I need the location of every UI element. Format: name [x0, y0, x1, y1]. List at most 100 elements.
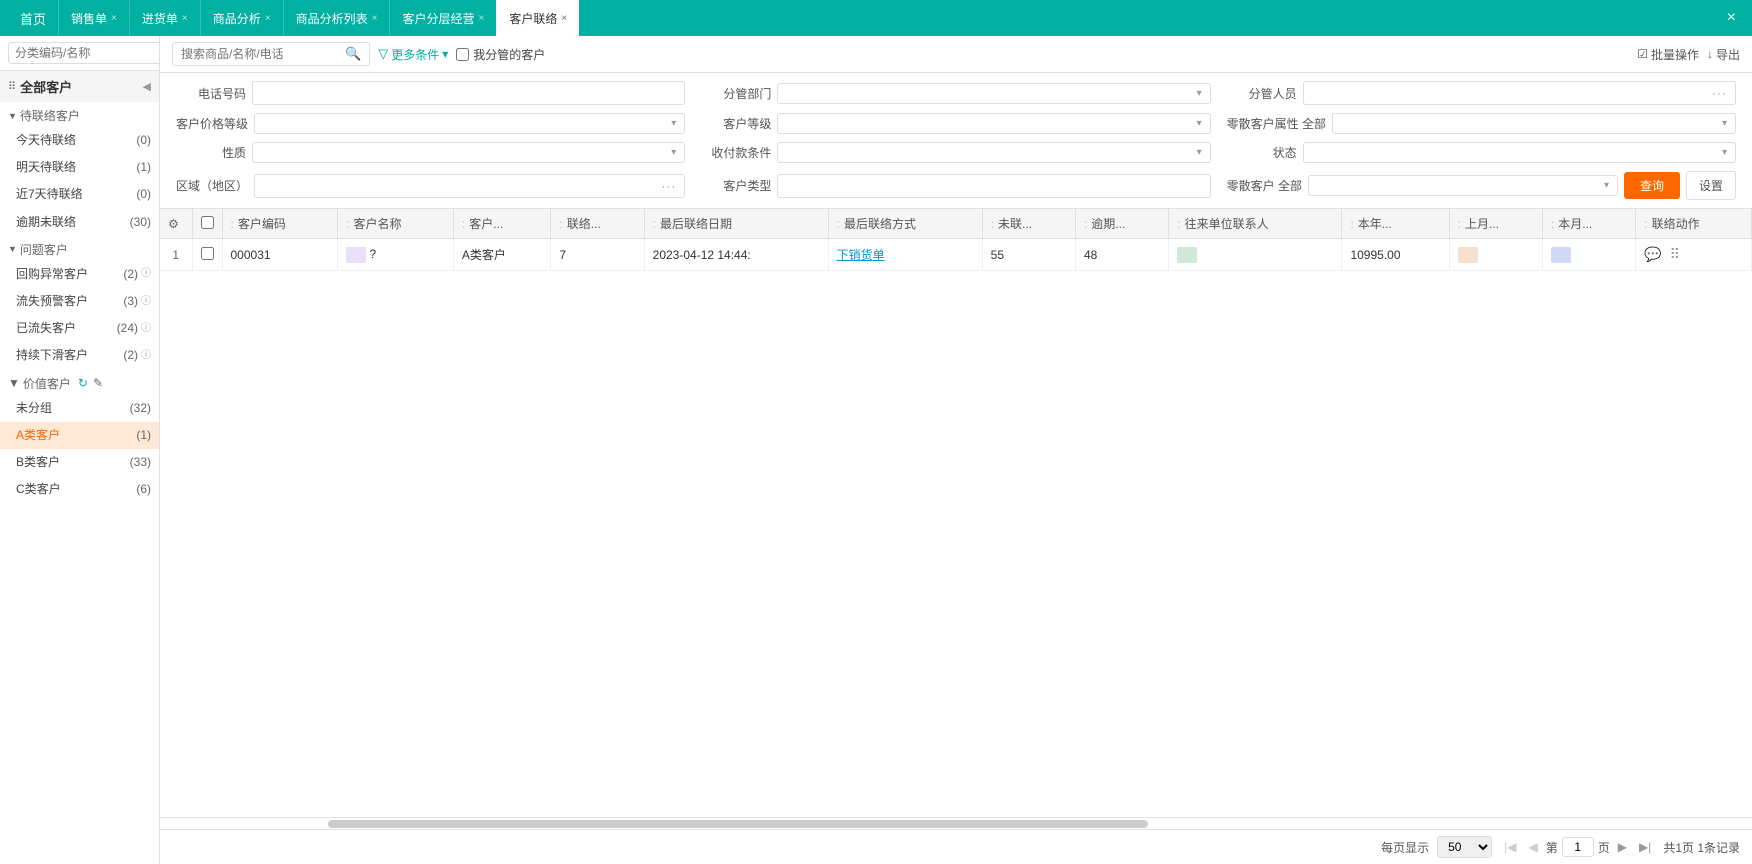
sidebar-search-input[interactable]: [8, 42, 160, 64]
filter-dept-row: 分管部门 ▾: [701, 81, 1210, 105]
advanced-filter: 电话号码 分管部门 ▾ 分管人员 ··· 客户价格等级: [160, 73, 1752, 209]
filter-price-grade-row: 客户价格等级 ▾: [176, 113, 685, 134]
tab-sales[interactable]: 销售单 ×: [58, 0, 129, 36]
first-page-button[interactable]: |◀: [1500, 838, 1520, 856]
tab-purchase[interactable]: 进货单 ×: [129, 0, 200, 36]
collapse-icon[interactable]: ◀: [143, 80, 151, 93]
sidebar-item-churned[interactable]: 已流失客户 (24) ⓘ: [0, 315, 159, 342]
sidebar-item-class-b[interactable]: B类客户(33): [0, 449, 159, 476]
close-all-icon[interactable]: ×: [1719, 9, 1744, 27]
dept-select[interactable]: ▾: [777, 83, 1210, 104]
filter-phone-row: 电话号码: [176, 81, 685, 105]
all-customers-header[interactable]: ⠿ 全部客户 ◀: [0, 71, 159, 102]
last-page-button[interactable]: ▶|: [1635, 838, 1655, 856]
close-icon[interactable]: ×: [478, 13, 484, 24]
sidebar-item-ungrouped[interactable]: 未分组(32): [0, 395, 159, 422]
filter-nature-row: 性质 ▾: [176, 142, 685, 163]
scrollbar-thumb[interactable]: [328, 820, 1148, 828]
sidebar-item-class-a[interactable]: A类客户(1): [0, 422, 159, 449]
my-customers-checkbox[interactable]: [456, 48, 469, 61]
this-year-cell: 10995.00: [1342, 239, 1449, 271]
page-size-select[interactable]: 50 100 200: [1437, 836, 1492, 858]
refresh-icon[interactable]: ↻: [78, 376, 88, 390]
chevron-down-icon: ▾: [1197, 147, 1202, 158]
col-type: :客户...: [453, 209, 551, 239]
filter-status-row: 状态 ▾: [1227, 142, 1736, 163]
col-checkbox: [192, 209, 222, 239]
row-checkbox[interactable]: [201, 247, 214, 260]
table-row: 1 000031 ? A类客户 7 2023-04-12 14:44:: [160, 239, 1752, 271]
sidebar-item-7days-contact[interactable]: 近7天待联络(0): [0, 181, 159, 208]
chevron-down-icon: ▾: [1722, 147, 1727, 158]
col-last-date: :最后联络日期: [644, 209, 828, 239]
region-input[interactable]: ···: [254, 174, 685, 198]
sidebar-item-churn-warning[interactable]: 流失预警客户 (3) ⓘ: [0, 288, 159, 315]
info-icon: ⓘ: [141, 321, 151, 337]
col-this-year: :本年...: [1342, 209, 1449, 239]
close-icon[interactable]: ×: [265, 13, 271, 24]
more-filters-button[interactable]: ▽ 更多条件 ▾: [378, 46, 448, 63]
customer-grade-select[interactable]: ▾: [777, 113, 1210, 134]
close-icon[interactable]: ×: [111, 13, 117, 24]
my-customers-filter[interactable]: 我分管的客户: [456, 46, 545, 63]
table-wrapper: ⚙ :客户编码 :客户名称 :客户... :联络... :最后联络日期 :最后联…: [160, 209, 1752, 817]
filter-retail-customer-row: 零散客户 全部 ▾ 查询 设置: [1227, 171, 1736, 200]
page-number-input[interactable]: [1562, 837, 1594, 857]
home-tab[interactable]: 首页: [8, 0, 58, 36]
chat-icon[interactable]: 💬: [1644, 246, 1661, 263]
chevron-down-icon: ▾: [671, 147, 676, 158]
filter-region-row: 区域（地区） ···: [176, 171, 685, 200]
info-icon: ⓘ: [141, 294, 151, 310]
sidebar-item-tomorrow-contact[interactable]: 明天待联络(1): [0, 154, 159, 181]
prev-page-button[interactable]: ◀: [1524, 838, 1541, 856]
edit-icon[interactable]: ✎: [93, 376, 103, 390]
row-number: 1: [160, 239, 192, 271]
search-icon[interactable]: 🔍: [345, 46, 361, 62]
query-button[interactable]: 查询: [1624, 172, 1680, 199]
this-month-cell: [1542, 239, 1635, 271]
last-method-link[interactable]: 下销货单: [837, 248, 885, 262]
filter-bar: 🔍 ▽ 更多条件 ▾ 我分管的客户 ☑ 批量操作 ↓ 导出: [160, 36, 1752, 73]
close-icon[interactable]: ×: [372, 13, 378, 24]
sidebar-search-area: 🔍: [0, 36, 159, 71]
page-label: 第: [1546, 839, 1558, 856]
sidebar-item-class-c[interactable]: C类客户(6): [0, 476, 159, 503]
export-icon: ↓: [1707, 47, 1713, 61]
sidebar-item-overdue-contact[interactable]: 逾期未联络(30): [0, 209, 159, 236]
col-contacts: :联络...: [551, 209, 644, 239]
batch-operation-button[interactable]: ☑ 批量操作: [1637, 46, 1699, 63]
retail-attr-select[interactable]: ▾: [1332, 113, 1736, 134]
customer-type-input[interactable]: [777, 174, 1210, 198]
search-input[interactable]: [181, 47, 341, 61]
customer-name-text: ?: [370, 247, 377, 261]
gear-icon[interactable]: ⚙: [168, 217, 179, 231]
export-button[interactable]: ↓ 导出: [1707, 46, 1740, 63]
phone-input[interactable]: [252, 81, 685, 105]
status-select[interactable]: ▾: [1303, 142, 1736, 163]
settings-button[interactable]: 设置: [1686, 171, 1736, 200]
tab-customer-segmentation[interactable]: 客户分层经营 ×: [389, 0, 496, 36]
last-month-cell: [1449, 239, 1542, 271]
qr-icon[interactable]: ⠿: [1670, 246, 1680, 263]
tab-product-analysis[interactable]: 商品分析 ×: [200, 0, 283, 36]
price-grade-select[interactable]: ▾: [254, 113, 685, 134]
contacts-cell: 7: [551, 239, 644, 271]
retail-customer-select[interactable]: ▾: [1308, 175, 1618, 196]
close-icon[interactable]: ×: [561, 13, 567, 24]
next-page-button[interactable]: ▶: [1614, 838, 1631, 856]
customer-name-cell: ?: [338, 239, 454, 271]
this-month-block: [1551, 247, 1571, 263]
sidebar-item-repurchase-abnormal[interactable]: 回购异常客户 (2) ⓘ: [0, 261, 159, 288]
select-all-checkbox[interactable]: [201, 216, 214, 229]
tab-customer-contact[interactable]: 客户联络 ×: [496, 0, 579, 36]
sidebar-item-declining[interactable]: 持续下滑客户 (2) ⓘ: [0, 342, 159, 369]
payment-select[interactable]: ▾: [777, 142, 1210, 163]
contact-person-cell: [1169, 239, 1342, 271]
close-icon[interactable]: ×: [182, 13, 188, 24]
person-input[interactable]: ···: [1303, 81, 1736, 105]
tab-product-analysis-list[interactable]: 商品分析列表 ×: [283, 0, 390, 36]
nature-select[interactable]: ▾: [252, 142, 685, 163]
sidebar-item-today-contact[interactable]: 今天待联络(0): [0, 127, 159, 154]
funnel-icon: ▽: [378, 46, 388, 62]
arrow-icon: ▼: [8, 376, 20, 390]
